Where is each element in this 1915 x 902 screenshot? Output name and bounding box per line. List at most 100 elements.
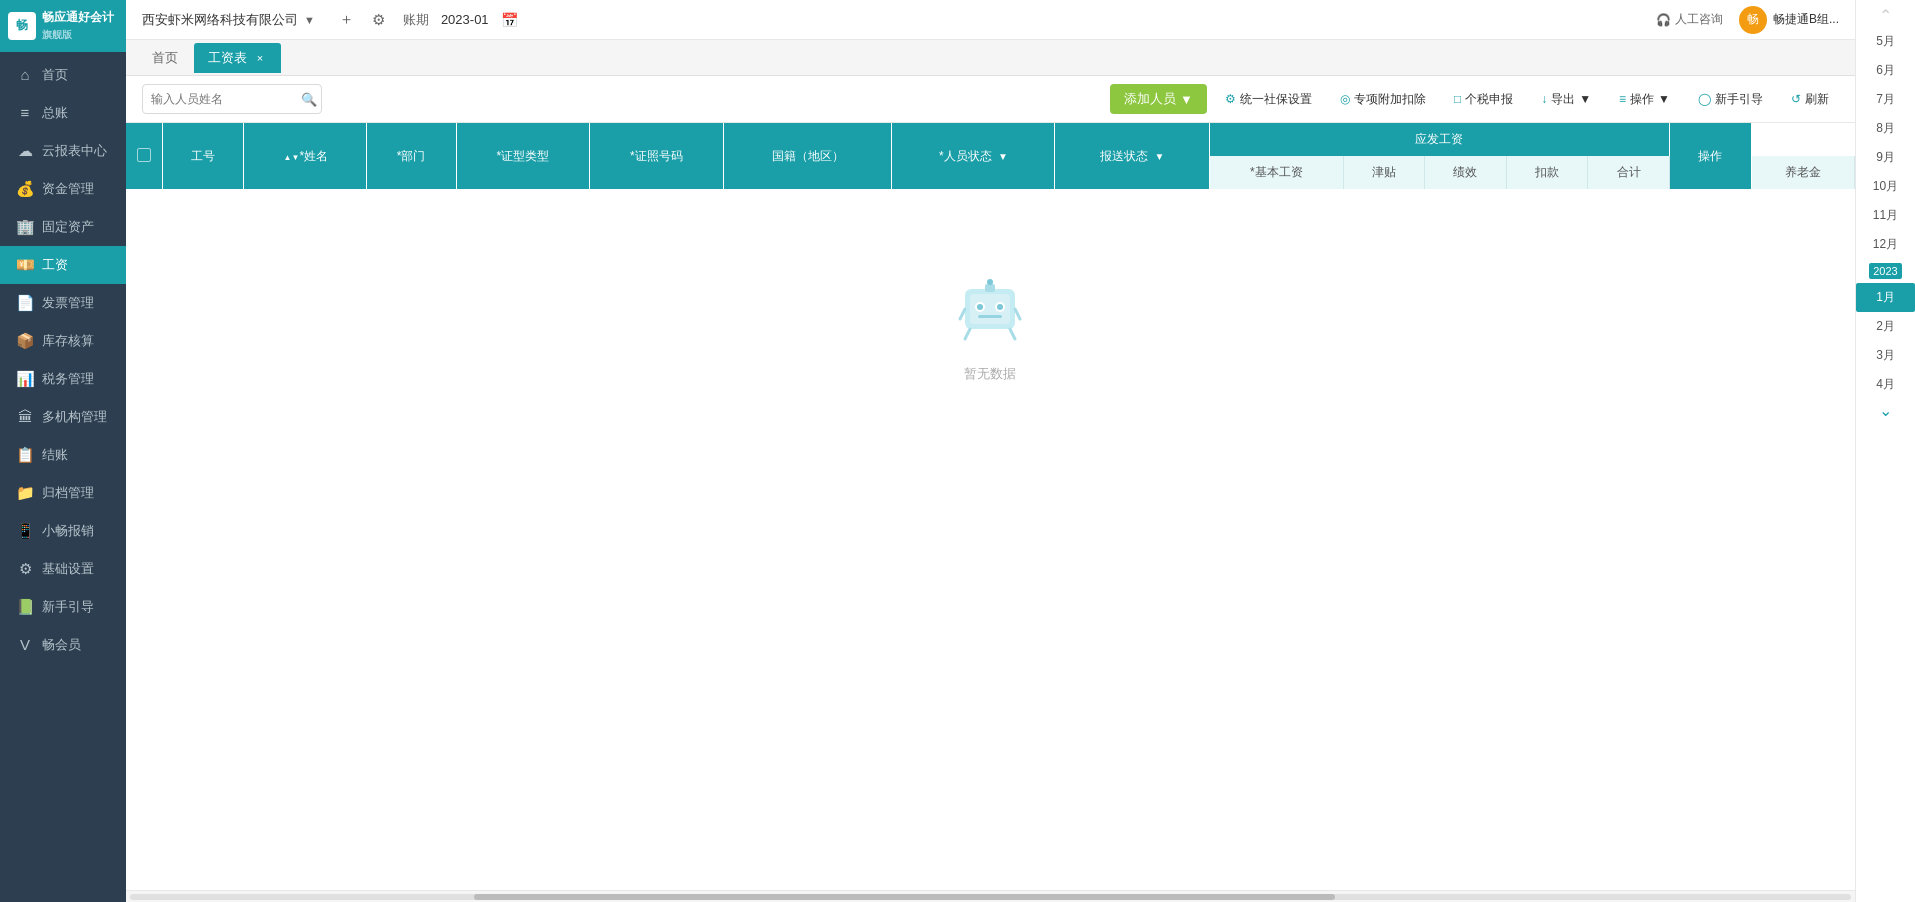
nav-item-multi-org[interactable]: 🏛 多机构管理	[0, 398, 126, 436]
settings-button[interactable]: ⚙	[367, 8, 391, 32]
year-badge-2023: 2023	[1869, 263, 1901, 279]
select-all-checkbox[interactable]	[137, 148, 151, 162]
refresh-icon: ↺	[1791, 92, 1801, 106]
search-input[interactable]	[151, 92, 301, 106]
col-number: 工号	[162, 123, 244, 189]
nav-item-close[interactable]: 📋 结账	[0, 436, 126, 474]
month-2022-11[interactable]: 11月	[1856, 201, 1915, 230]
nav-item-guide[interactable]: 📗 新手引导	[0, 588, 126, 626]
nav-item-funds[interactable]: 💰 资金管理	[0, 170, 126, 208]
add-company-button[interactable]: ＋	[335, 8, 359, 32]
nav-item-home[interactable]: ⌂ 首页	[0, 56, 126, 94]
svg-point-5	[997, 304, 1003, 310]
tab-salary[interactable]: 工资表 ×	[194, 43, 281, 73]
col-deduction: 扣款	[1506, 156, 1588, 189]
month-2022-7[interactable]: 7月	[1856, 85, 1915, 114]
special-deduction-button[interactable]: ◎ 专项附加扣除	[1330, 86, 1436, 113]
user-info[interactable]: 畅 畅捷通B组...	[1739, 6, 1839, 34]
filter-submit-status-icon[interactable]: ▼	[1154, 151, 1164, 162]
nav-item-salary[interactable]: 💴 工资	[0, 246, 126, 284]
nav-label-tax: 税务管理	[42, 370, 94, 388]
nav-item-ledger[interactable]: ≡ 总账	[0, 94, 126, 132]
month-2022-5[interactable]: 5月	[1856, 27, 1915, 56]
table-scrollbar[interactable]	[126, 890, 1855, 902]
archive-icon: 📁	[16, 484, 34, 502]
nav-item-invoice[interactable]: 📄 发票管理	[0, 284, 126, 322]
period-value: 2023-01	[441, 12, 489, 27]
month-2022-9[interactable]: 9月	[1856, 143, 1915, 172]
table-container: 工号 ▲▼*姓名 *部门 *证型类型 *证照号码 国籍（地区） *人员状态 ▼ …	[126, 123, 1855, 890]
social-security-button[interactable]: ⚙ 统一社保设置	[1215, 86, 1322, 113]
nav-item-expense[interactable]: 📱 小畅报销	[0, 512, 126, 550]
nav-item-cloud[interactable]: ☁ 云报表中心	[0, 132, 126, 170]
add-person-button[interactable]: 添加人员 ▼	[1110, 84, 1207, 114]
sort-arrows-name[interactable]: ▲▼	[284, 154, 300, 162]
nav-label-guide: 新手引导	[42, 598, 94, 616]
tab-salary-label: 工资表	[208, 49, 247, 67]
tax-icon: 📊	[16, 370, 34, 388]
month-2022-8[interactable]: 8月	[1856, 114, 1915, 143]
sidebar: 畅 畅应通好会计 旗舰版 ⌂ 首页 ≡ 总账 ☁ 云报表中心 💰 资金管理 🏢 …	[0, 0, 126, 902]
col-operations: 操作	[1669, 123, 1751, 189]
svg-rect-6	[978, 315, 1002, 318]
month-2022-10[interactable]: 10月	[1856, 172, 1915, 201]
month-2022-12[interactable]: 12月	[1856, 230, 1915, 259]
company-selector[interactable]: 西安虾米网络科技有限公司 ▼	[142, 11, 315, 29]
app-edition: 旗舰版	[42, 28, 114, 42]
scroll-down-arrow[interactable]: ⌄	[1877, 399, 1894, 422]
nav-item-inventory[interactable]: 📦 库存核算	[0, 322, 126, 360]
avatar: 畅	[1739, 6, 1767, 34]
nav-item-settings[interactable]: ⚙ 基础设置	[0, 550, 126, 588]
empty-state-cell: 暂无数据	[126, 189, 1855, 463]
month-2022-6[interactable]: 6月	[1856, 56, 1915, 85]
month-2023-2[interactable]: 2月	[1856, 312, 1915, 341]
inventory-icon: 📦	[16, 332, 34, 350]
service-button[interactable]: 🎧 人工咨询	[1656, 11, 1723, 28]
cloud-icon: ☁	[16, 142, 34, 160]
special-deduction-icon: ◎	[1340, 92, 1350, 106]
nav-item-tax[interactable]: 📊 税务管理	[0, 360, 126, 398]
salary-icon: 💴	[16, 256, 34, 274]
svg-line-10	[1010, 329, 1015, 339]
col-base-salary: *基本工资	[1209, 156, 1343, 189]
tax-declare-label: 个税申报	[1465, 91, 1513, 108]
calendar-icon[interactable]: 📅	[501, 12, 518, 28]
user-name: 畅捷通B组...	[1773, 11, 1839, 28]
operations-icon: ≡	[1619, 92, 1626, 106]
scroll-up-arrow[interactable]: ⌃	[1877, 4, 1894, 27]
nav-label-close: 结账	[42, 446, 68, 464]
nav-label-salary: 工资	[42, 256, 68, 274]
add-person-label: 添加人员	[1124, 90, 1176, 108]
checkbox-header[interactable]	[126, 123, 162, 189]
special-deduction-label: 专项附加扣除	[1354, 91, 1426, 108]
refresh-button[interactable]: ↺ 刷新	[1781, 86, 1839, 113]
social-security-icon: ⚙	[1225, 92, 1236, 106]
month-2023-1[interactable]: 1月	[1856, 283, 1915, 312]
operations-button[interactable]: ≡ 操作 ▼	[1609, 86, 1680, 113]
nav-item-archive[interactable]: 📁 归档管理	[0, 474, 126, 512]
settings-icon: ⚙	[16, 560, 34, 578]
export-button[interactable]: ↓ 导出 ▼	[1531, 86, 1601, 113]
scrollbar-track[interactable]	[130, 894, 1851, 900]
empty-state: 暂无数据	[126, 189, 1855, 463]
nav-label-member: 畅会员	[42, 636, 81, 654]
toolbar-right: 添加人员 ▼ ⚙ 统一社保设置 ◎ 专项附加扣除 □ 个税申报 ↓ 导出 ▼ ≡	[1110, 84, 1839, 114]
col-dept: *部门	[366, 123, 456, 189]
logo-text-wrapper: 畅应通好会计 旗舰版	[42, 10, 114, 42]
svg-point-8	[987, 279, 993, 285]
nav-item-member[interactable]: V 畅会员	[0, 626, 126, 664]
tab-close-icon[interactable]: ×	[253, 51, 267, 65]
filter-person-status-icon[interactable]: ▼	[998, 151, 1008, 162]
col-submit-status: 报送状态 ▼	[1055, 123, 1210, 189]
month-2023-3[interactable]: 3月	[1856, 341, 1915, 370]
newbie-guide-button[interactable]: ◯ 新手引导	[1688, 86, 1773, 113]
nav-menu: ⌂ 首页 ≡ 总账 ☁ 云报表中心 💰 资金管理 🏢 固定资产 💴 工资 📄 发…	[0, 52, 126, 902]
topbar-icons: ＋ ⚙	[335, 8, 391, 32]
nav-item-assets[interactable]: 🏢 固定资产	[0, 208, 126, 246]
scrollbar-thumb[interactable]	[474, 894, 1335, 900]
tab-home[interactable]: 首页	[138, 43, 192, 73]
tax-declare-button[interactable]: □ 个税申报	[1444, 86, 1523, 113]
month-2023-4[interactable]: 4月	[1856, 370, 1915, 399]
app-logo: 畅 畅应通好会计 旗舰版	[0, 0, 126, 52]
svg-point-4	[977, 304, 983, 310]
